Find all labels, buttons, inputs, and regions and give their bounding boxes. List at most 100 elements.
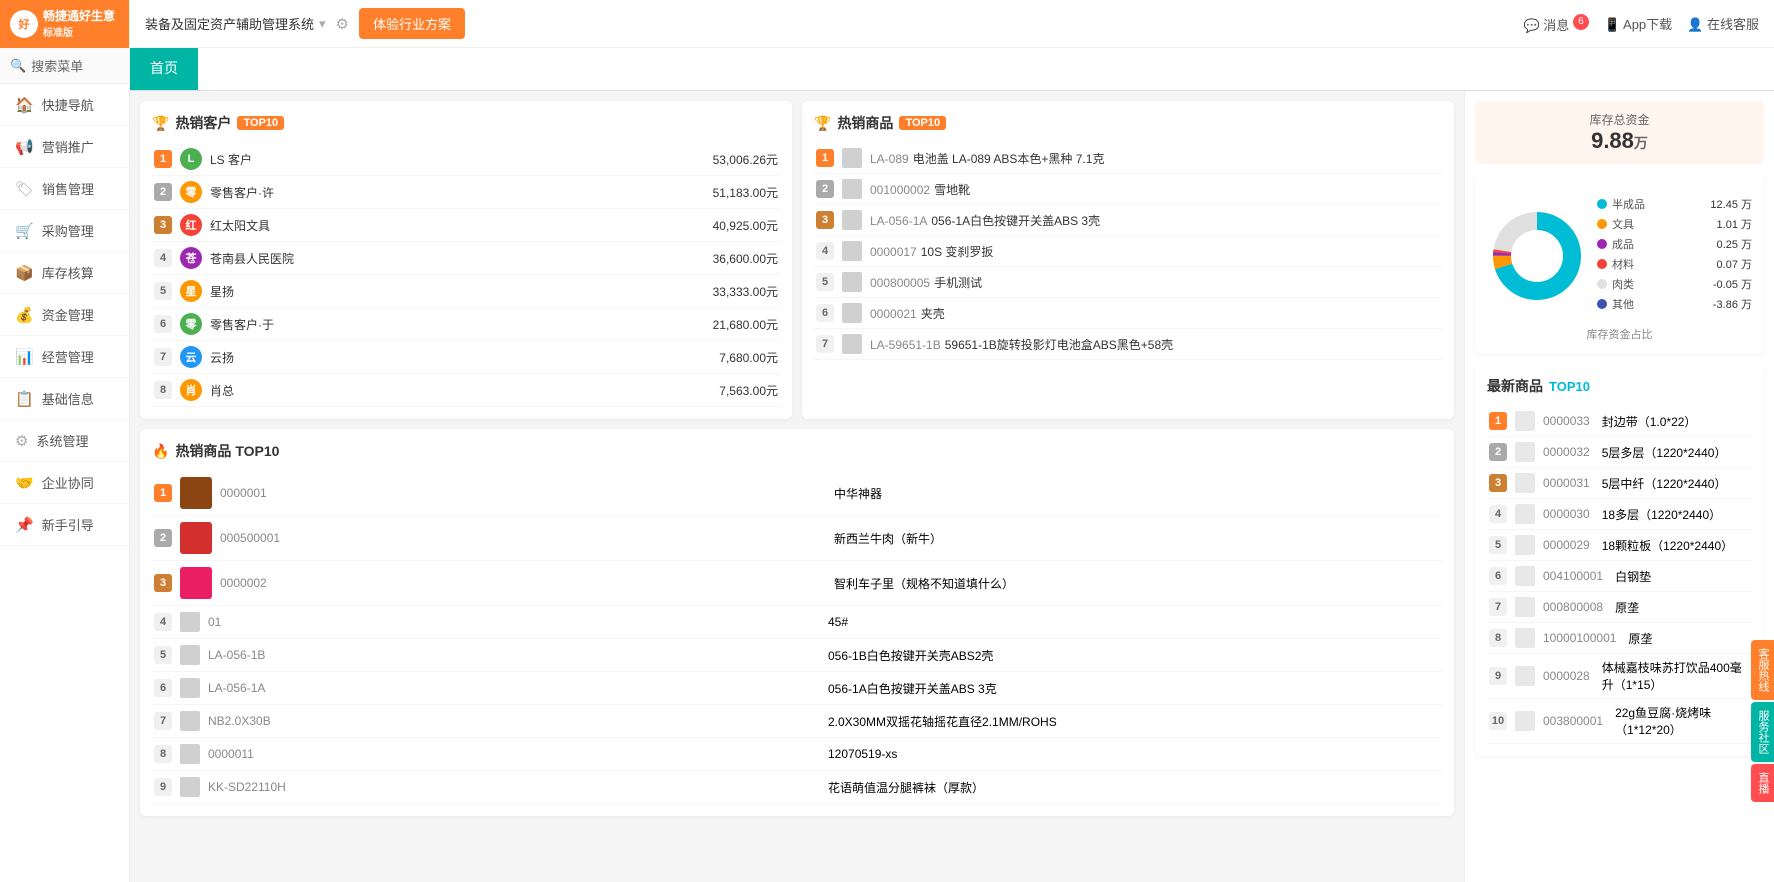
main-area: 装备及固定资产辅助管理系统 ▾ ⚙ 体验行业方案 💬 消息 6 📱 App下载 … bbox=[130, 0, 1774, 882]
legend-value: 0.07 万 bbox=[1717, 256, 1752, 272]
rank-number: 9 bbox=[154, 778, 172, 796]
prod-thumb bbox=[180, 522, 212, 554]
right-panel: 库存总资金 9.88万 bbox=[1464, 91, 1774, 882]
rank-avatar: L bbox=[180, 148, 202, 170]
list-item: 1 0000033 封边带（1.0*22） bbox=[1487, 406, 1752, 437]
legend-name: 半成品 bbox=[1612, 196, 1710, 212]
list-item: 7 000800008 原垄 bbox=[1487, 592, 1752, 623]
rank-value: 21,680.00元 bbox=[713, 316, 778, 333]
hot-product-rank-list: 1 LA-089电池盖 LA-089 ABS本色+黑种 7.1克 2 00100… bbox=[814, 143, 1442, 360]
trial-button[interactable]: 体验行业方案 bbox=[359, 8, 465, 39]
inventory-total-value: 9.88万 bbox=[1489, 128, 1750, 154]
cs-float: 客服热线 服务社区 直播 bbox=[1751, 640, 1774, 802]
customer-rank-list: 1 L LS 客户 53,006.26元 2 零 零售客户·许 51,183.0… bbox=[152, 143, 780, 407]
rank-item: 7 云 云扬 7,680.00元 bbox=[152, 341, 780, 374]
rank-value: 40,925.00元 bbox=[713, 217, 778, 234]
new-prod-name: 5层中纤（1220*2440） bbox=[1602, 475, 1727, 492]
rank-number: 2 bbox=[154, 183, 172, 201]
sidebar-item-sales[interactable]: 🏷 销售管理 bbox=[0, 168, 129, 210]
rank-item: 2 001000002雪地靴 bbox=[814, 174, 1442, 205]
prod-name: 45# bbox=[828, 615, 1440, 629]
list-item: 3 0000002 智利车子里（规格不知道填什么） bbox=[152, 561, 1442, 606]
sidebar-item-purchase[interactable]: 🛒 采购管理 bbox=[0, 210, 129, 252]
sidebar-item-cooperation[interactable]: 🤝 企业协同 bbox=[0, 462, 129, 504]
sidebar-item-marketing[interactable]: 📢 营销推广 bbox=[0, 126, 129, 168]
dropdown-icon[interactable]: ▾ bbox=[319, 16, 326, 32]
rank-name: 零售客户·许 bbox=[210, 184, 705, 201]
list-item: 2 0000032 5层多层（1220*2440） bbox=[1487, 437, 1752, 468]
rank-number: 1 bbox=[154, 484, 172, 502]
prod-thumb-placeholder bbox=[842, 241, 862, 261]
customer-ranking-label: 热销客户 bbox=[175, 113, 231, 133]
prod-thumb bbox=[180, 477, 212, 509]
list-item: 8 0000011 12070519-xs bbox=[152, 738, 1442, 771]
rank-name: 零售客户·于 bbox=[210, 316, 705, 333]
rank-name: 000800005手机测试 bbox=[870, 274, 1440, 291]
logo-text: 畅捷通好生意 bbox=[43, 9, 115, 25]
sidebar-item-operations[interactable]: 📊 经营管理 bbox=[0, 336, 129, 378]
rank-number: 6 bbox=[816, 304, 834, 322]
rank-number: 6 bbox=[154, 315, 172, 333]
legend-item: 文具 1.01 万 bbox=[1597, 216, 1752, 232]
list-item: 6 LA-056-1A 056-1A白色按键开关盖ABS 3克 bbox=[152, 672, 1442, 705]
rank-number: 1 bbox=[1489, 412, 1507, 430]
cs-community-btn[interactable]: 服务社区 bbox=[1751, 702, 1774, 762]
rank-name: 云扬 bbox=[210, 349, 711, 366]
search-menu[interactable]: 🔍 搜索菜单 bbox=[0, 48, 129, 84]
sidebar-item-guide[interactable]: 📌 新手引导 bbox=[0, 504, 129, 546]
new-prod-code: 0000028 bbox=[1543, 669, 1590, 683]
sidebar-item-quick-nav[interactable]: 🏠 快捷导航 bbox=[0, 84, 129, 126]
sidebar-item-inventory[interactable]: 📦 库存核算 bbox=[0, 252, 129, 294]
message-badge: 6 bbox=[1573, 14, 1589, 30]
prod-name: 056-1A白色按键开关盖ABS 3克 bbox=[828, 680, 1440, 697]
new-prod-name: 原垄 bbox=[1615, 599, 1639, 616]
new-prod-code: 0000029 bbox=[1543, 538, 1590, 552]
tab-home[interactable]: 首页 bbox=[130, 48, 198, 90]
legend-value: 12.45 万 bbox=[1710, 196, 1752, 212]
rank-number: 3 bbox=[154, 216, 172, 234]
legend-name: 文具 bbox=[1612, 216, 1717, 232]
rank-avatar: 苍 bbox=[180, 247, 202, 269]
rank-value: 7,680.00元 bbox=[719, 349, 778, 366]
legend-item: 半成品 12.45 万 bbox=[1597, 196, 1752, 212]
donut-section: 半成品 12.45 万 文具 1.01 万 成品 0.25 万 材料 0.07 … bbox=[1487, 186, 1752, 326]
legend-name: 其他 bbox=[1612, 296, 1713, 312]
settings-icon[interactable]: ⚙ bbox=[336, 15, 349, 33]
rank-item: 2 零 零售客户·许 51,183.00元 bbox=[152, 176, 780, 209]
new-prod-name: 18多层（1220*2440） bbox=[1602, 506, 1721, 523]
new-prod-code: 000800008 bbox=[1543, 600, 1603, 614]
prod-name: 2.0X30MM双摇花轴摇花直径2.1MM/ROHS bbox=[828, 713, 1440, 730]
sidebar-item-finance[interactable]: 💰 资金管理 bbox=[0, 294, 129, 336]
system-icon: ⚙ bbox=[15, 432, 28, 450]
sidebar-label-cooperation: 企业协同 bbox=[42, 473, 94, 492]
system-title-area: 装备及固定资产辅助管理系统 ▾ bbox=[145, 14, 326, 33]
finance-icon: 💰 bbox=[15, 306, 34, 324]
top-rankings: 🏆 热销客户 TOP10 1 L LS 客户 53,006.26元 2 零 零售… bbox=[140, 101, 1454, 419]
rank-item: 8 肖 肖总 7,563.00元 bbox=[152, 374, 780, 407]
legend-dot bbox=[1597, 219, 1607, 229]
rank-value: 36,600.00元 bbox=[713, 250, 778, 267]
legend-value: 0.25 万 bbox=[1717, 236, 1752, 252]
rank-number: 7 bbox=[816, 335, 834, 353]
list-item: 9 0000028 体械嘉枝味苏打饮品400毫升（1*15） bbox=[1487, 654, 1752, 699]
cs-direct-btn[interactable]: 直播 bbox=[1751, 764, 1774, 802]
rank-number: 5 bbox=[154, 282, 172, 300]
online-service[interactable]: 👤 在线客服 bbox=[1687, 14, 1759, 33]
trophy-icon: 🏆 bbox=[152, 115, 169, 132]
new-prod-code: 0000031 bbox=[1543, 476, 1590, 490]
rank-number: 3 bbox=[1489, 474, 1507, 492]
sidebar-label-basic-info: 基础信息 bbox=[42, 389, 94, 408]
sidebar-item-system[interactable]: ⚙ 系统管理 bbox=[0, 420, 129, 462]
sidebar-item-basic-info[interactable]: 📋 基础信息 bbox=[0, 378, 129, 420]
search-icon: 🔍 bbox=[10, 58, 26, 74]
prod-code: 0000011 bbox=[208, 747, 820, 761]
app-download[interactable]: 📱 App下载 bbox=[1604, 14, 1672, 33]
prod-name: 12070519-xs bbox=[828, 747, 1440, 761]
customer-top10-badge: TOP10 bbox=[237, 116, 284, 130]
legend-name: 肉类 bbox=[1612, 276, 1713, 292]
sidebar-label-sales: 销售管理 bbox=[42, 179, 94, 198]
new-prod-name: 5层多层（1220*2440） bbox=[1602, 444, 1727, 461]
cs-hotline-btn[interactable]: 客服热线 bbox=[1751, 640, 1774, 700]
message-area[interactable]: 💬 消息 6 bbox=[1523, 14, 1588, 34]
new-prod-name: 封边带（1.0*22） bbox=[1602, 413, 1697, 430]
